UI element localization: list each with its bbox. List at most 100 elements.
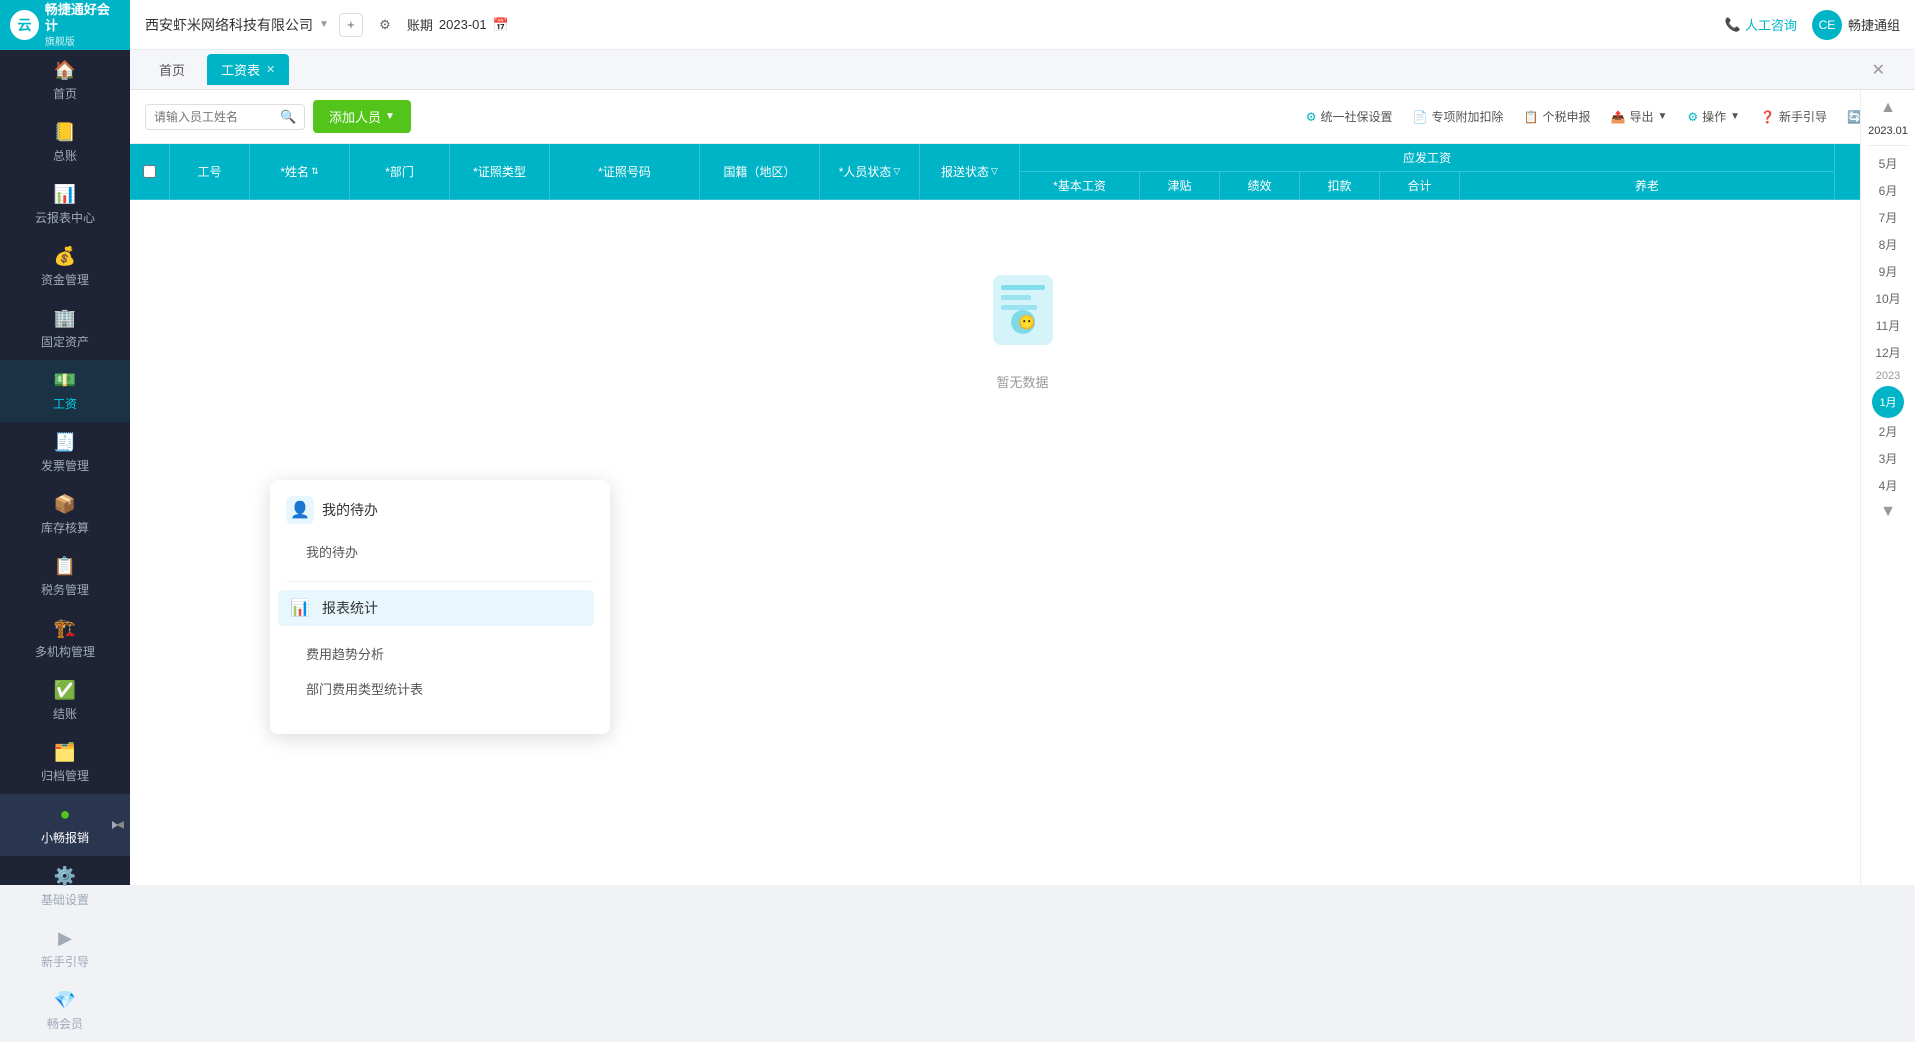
sidebar-item-member[interactable]: 💎 畅会员 xyxy=(0,980,130,1042)
month-item-1-active[interactable]: 1月 xyxy=(1872,386,1904,418)
export-button[interactable]: 📤 导出 ▼ xyxy=(1601,103,1678,130)
sidebar-item-multi-org[interactable]: 🏗️ 多机构管理 xyxy=(0,608,130,670)
operations-caret-icon: ▼ xyxy=(1730,111,1740,122)
month-item-7[interactable]: 7月 xyxy=(1864,204,1912,231)
filter-person-status-icon: ▽ xyxy=(893,166,900,177)
select-all-checkbox[interactable] xyxy=(143,165,156,178)
logo-icon: 云 xyxy=(10,10,39,40)
special-deduct-icon: 📄 xyxy=(1413,110,1428,124)
salary-toolbar: 🔍 添加人员 ▼ ⚙ 统一社保设置 📄 专项附加扣除 📋 个税申报 xyxy=(130,90,1915,144)
th-dept: *部门 xyxy=(350,144,450,199)
popup-my-todo-label: 我的待办 xyxy=(306,545,358,560)
empty-state: 😶 暂无数据 xyxy=(130,200,1915,451)
popup-report-title: 报表统计 xyxy=(322,598,378,618)
popup-expense-trend-item[interactable]: 费用趋势分析 xyxy=(296,636,594,671)
sidebar-item-fixed-assets[interactable]: 🏢 固定资产 xyxy=(0,298,130,360)
user-area[interactable]: CE 畅捷通组 xyxy=(1812,10,1900,40)
social-insurance-button[interactable]: ⚙ 统一社保设置 xyxy=(1296,103,1403,130)
add-person-button[interactable]: 添加人员 ▼ xyxy=(313,100,411,133)
th-send-status[interactable]: 报送状态 ▽ xyxy=(920,144,1020,199)
search-icon[interactable]: 🔍 xyxy=(280,109,296,125)
company-name-area[interactable]: 西安虾米网络科技有限公司 ▼ xyxy=(145,15,329,35)
month-item-11[interactable]: 11月 xyxy=(1864,312,1912,339)
month-separator xyxy=(1868,145,1908,146)
service-button[interactable]: 📞 人工咨询 xyxy=(1725,15,1797,34)
sidebar-item-new-guide[interactable]: ▶ 新手引导 xyxy=(0,918,130,980)
sidebar-item-tax[interactable]: 📋 税务管理 xyxy=(0,546,130,608)
sidebar-item-settlement[interactable]: ✅ 结账 xyxy=(0,670,130,732)
month-6-label: 6月 xyxy=(1879,184,1898,198)
inventory-icon: 📦 xyxy=(54,494,76,515)
service-phone-icon: 📞 xyxy=(1725,17,1741,33)
sidebar-item-inventory[interactable]: 📦 库存核算 xyxy=(0,484,130,546)
add-company-button[interactable]: + xyxy=(339,13,363,37)
month-item-8[interactable]: 8月 xyxy=(1864,231,1912,258)
close-all-button[interactable]: ✕ xyxy=(1857,60,1900,80)
invoice-icon: 🧾 xyxy=(54,432,76,453)
member-icon: 💎 xyxy=(54,990,76,1011)
month-item-10[interactable]: 10月 xyxy=(1864,285,1912,312)
th-person-status[interactable]: *人员状态 ▽ xyxy=(820,144,920,199)
tax-report-button[interactable]: 📋 个税申报 xyxy=(1514,103,1601,130)
popup-dept-expense-item[interactable]: 部门费用类型统计表 xyxy=(296,671,594,706)
sidebar-item-invoice[interactable]: 🧾 发票管理 xyxy=(0,422,130,484)
month-item-4[interactable]: 4月 xyxy=(1864,472,1912,499)
tab-close-icon[interactable]: ✕ xyxy=(266,63,275,76)
toolbar-actions: ⚙ 统一社保设置 📄 专项附加扣除 📋 个税申报 📤 导出 ▼ ⚙ xyxy=(1296,103,1900,130)
th-name[interactable]: *姓名 ⇅ xyxy=(250,144,350,199)
month-item-2[interactable]: 2月 xyxy=(1864,418,1912,445)
tab-home[interactable]: 首页 xyxy=(145,54,199,85)
add-person-caret-icon: ▼ xyxy=(385,111,395,122)
tab-salary-table[interactable]: 工资表 ✕ xyxy=(207,54,289,85)
month-5-label: 5月 xyxy=(1879,157,1898,171)
calendar-icon[interactable]: 📅 xyxy=(493,17,509,33)
new-guide-tb-icon: ❓ xyxy=(1760,110,1775,124)
popup-todo-title: 我的待办 xyxy=(322,500,378,520)
settings-button[interactable]: ⚙ xyxy=(373,13,397,37)
sidebar-item-salary[interactable]: 💵 工资 xyxy=(0,360,130,422)
month-item-9[interactable]: 9月 xyxy=(1864,258,1912,285)
social-insurance-icon: ⚙ xyxy=(1306,110,1317,124)
month-nav-up[interactable]: ▲ xyxy=(1876,95,1900,121)
search-input[interactable] xyxy=(154,110,274,124)
new-guide-icon: ▶ xyxy=(58,928,72,949)
sidebar-item-home[interactable]: 🏠 首页 xyxy=(0,50,130,112)
sidebar-item-basic-settings[interactable]: ⚙️ 基础设置 xyxy=(0,856,130,918)
tab-home-label: 首页 xyxy=(159,60,185,79)
logo-subtitle: 旗舰版 xyxy=(45,33,120,48)
company-name-text: 西安虾米网络科技有限公司 xyxy=(145,15,313,35)
sidebar-item-general-ledger[interactable]: 📒 总账 xyxy=(0,112,130,174)
month-8-label: 8月 xyxy=(1879,238,1898,252)
th-pension-label: 养老 xyxy=(1635,179,1659,193)
sidebar-item-archive[interactable]: 🗂️ 归档管理 xyxy=(0,732,130,794)
month-date-label: 2023.01 xyxy=(1866,121,1910,141)
popup-section-my-todo: 👤 我的待办 我的待办 xyxy=(286,496,594,569)
xpbx-icon: ● xyxy=(60,804,71,825)
sidebar-item-xpbx[interactable]: ● 小畅报销 ◀ xyxy=(0,794,130,856)
special-deduct-button[interactable]: 📄 专项附加扣除 xyxy=(1403,103,1514,130)
sidebar-item-cloud-report[interactable]: 📊 云报表中心 xyxy=(0,174,130,236)
new-guide-button[interactable]: ❓ 新手引导 xyxy=(1750,103,1837,130)
popup-my-todo-item[interactable]: 我的待办 xyxy=(296,534,594,569)
sidebar-item-label: 小畅报销 xyxy=(41,829,89,846)
filter-send-status-icon: ▽ xyxy=(991,166,998,177)
service-label: 人工咨询 xyxy=(1745,15,1797,34)
settlement-icon: ✅ xyxy=(54,680,76,701)
th-overtime-label: 津贴 xyxy=(1167,179,1191,193)
export-caret-icon: ▼ xyxy=(1657,111,1667,122)
topbar-right: 📞 人工咨询 CE 畅捷通组 xyxy=(1725,10,1900,40)
popup-section-my-todo-header: 👤 我的待办 xyxy=(286,496,594,524)
operations-button[interactable]: ⚙ 操作 ▼ xyxy=(1677,103,1750,130)
tax-report-label: 个税申报 xyxy=(1542,108,1590,125)
th-checkbox[interactable] xyxy=(130,144,170,199)
sidebar-item-fund[interactable]: 💰 资金管理 xyxy=(0,236,130,298)
month-item-6[interactable]: 6月 xyxy=(1864,177,1912,204)
th-salary-sub-row: *基本工资 津贴 绩效 扣款 合计 xyxy=(1020,172,1834,199)
month-item-3[interactable]: 3月 xyxy=(1864,445,1912,472)
month-4-label: 4月 xyxy=(1879,479,1898,493)
month-nav-down[interactable]: ▼ xyxy=(1876,499,1900,525)
month-item-12[interactable]: 12月 xyxy=(1864,339,1912,366)
avatar: CE xyxy=(1812,10,1842,40)
month-item-5[interactable]: 5月 xyxy=(1864,150,1912,177)
search-wrapper[interactable]: 🔍 xyxy=(145,104,305,130)
